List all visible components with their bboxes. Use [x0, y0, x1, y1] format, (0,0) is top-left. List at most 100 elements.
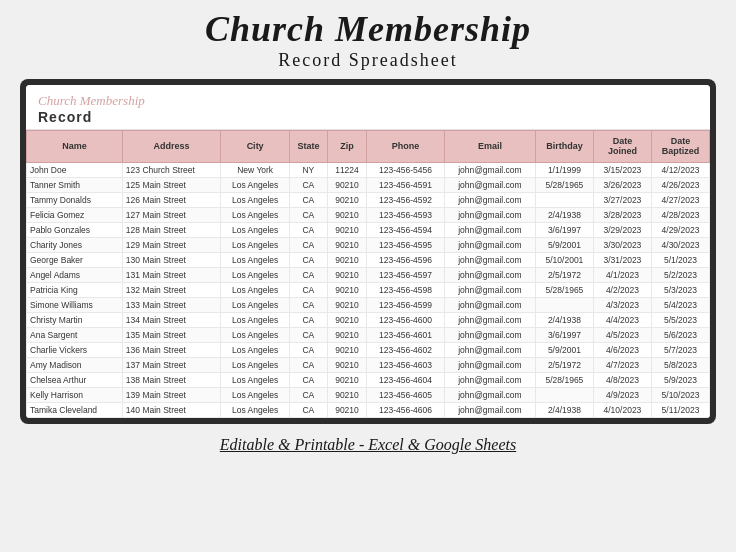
- table-row: George Baker130 Main StreetLos AngelesCA…: [27, 253, 710, 268]
- table-cell: CA: [290, 193, 328, 208]
- table-row: Kelly Harrison139 Main StreetLos Angeles…: [27, 388, 710, 403]
- table-row: Christy Martin134 Main StreetLos Angeles…: [27, 313, 710, 328]
- table-cell: Los Angeles: [221, 328, 290, 343]
- table-cell: Los Angeles: [221, 313, 290, 328]
- table-cell: 90210: [327, 178, 367, 193]
- table-cell: 5/1/2023: [651, 253, 709, 268]
- table-cell: Los Angeles: [221, 253, 290, 268]
- table-cell: 131 Main Street: [122, 268, 220, 283]
- footer-section: Editable & Printable - Excel & Google Sh…: [0, 428, 736, 458]
- table-cell: 139 Main Street: [122, 388, 220, 403]
- table-cell: Los Angeles: [221, 208, 290, 223]
- table-cell: 123-456-4605: [367, 388, 445, 403]
- table-cell: CA: [290, 283, 328, 298]
- table-row: Patricia King132 Main StreetLos AngelesC…: [27, 283, 710, 298]
- page-title-line1: Church Membership: [0, 10, 736, 50]
- page-title-line2: Record Spreadsheet: [0, 50, 736, 71]
- table-cell: 138 Main Street: [122, 373, 220, 388]
- table-row: Amy Madison137 Main StreetLos AngelesCA9…: [27, 358, 710, 373]
- table-cell: Chelsea Arthur: [27, 373, 123, 388]
- table-row: John Doe123 Church StreetNew YorkNY11224…: [27, 163, 710, 178]
- table-cell: 3/15/2023: [593, 163, 651, 178]
- table-cell: 123 Church Street: [122, 163, 220, 178]
- table-cell: John Doe: [27, 163, 123, 178]
- table-cell: Los Angeles: [221, 193, 290, 208]
- table-cell: 4/7/2023: [593, 358, 651, 373]
- table-cell: john@gmail.com: [444, 343, 535, 358]
- table-cell: 4/10/2023: [593, 403, 651, 418]
- table-cell: 126 Main Street: [122, 193, 220, 208]
- table-cell: 90210: [327, 388, 367, 403]
- table-cell: 3/6/1997: [535, 328, 593, 343]
- table-cell: 4/5/2023: [593, 328, 651, 343]
- table-row: Tanner Smith125 Main StreetLos AngelesCA…: [27, 178, 710, 193]
- table-cell: 125 Main Street: [122, 178, 220, 193]
- footer-text: Editable & Printable - Excel & Google Sh…: [0, 436, 736, 454]
- table-cell: Los Angeles: [221, 283, 290, 298]
- col-phone: Phone: [367, 130, 445, 163]
- table-cell: john@gmail.com: [444, 358, 535, 373]
- sheet-header-script: Church Membership: [38, 93, 698, 109]
- table-cell: 123-456-4600: [367, 313, 445, 328]
- table-cell: 3/31/2023: [593, 253, 651, 268]
- table-cell: New York: [221, 163, 290, 178]
- table-cell: 2/4/1938: [535, 403, 593, 418]
- table-row: Pablo Gonzales128 Main StreetLos Angeles…: [27, 223, 710, 238]
- table-cell: CA: [290, 268, 328, 283]
- table-cell: 90210: [327, 343, 367, 358]
- table-cell: CA: [290, 388, 328, 403]
- table-cell: john@gmail.com: [444, 163, 535, 178]
- table-cell: 3/26/2023: [593, 178, 651, 193]
- table-cell: [535, 298, 593, 313]
- table-cell: 123-456-4597: [367, 268, 445, 283]
- table-cell: 90210: [327, 298, 367, 313]
- table-cell: 4/26/2023: [651, 178, 709, 193]
- table-cell: 123-456-4601: [367, 328, 445, 343]
- table-cell: Felicia Gomez: [27, 208, 123, 223]
- col-state: State: [290, 130, 328, 163]
- table-cell: 5/11/2023: [651, 403, 709, 418]
- table-cell: 5/9/2001: [535, 238, 593, 253]
- table-row: Ana Sargent135 Main StreetLos AngelesCA9…: [27, 328, 710, 343]
- table-cell: 128 Main Street: [122, 223, 220, 238]
- table-cell: 5/2/2023: [651, 268, 709, 283]
- table-cell: 5/9/2001: [535, 343, 593, 358]
- table-cell: 2/5/1972: [535, 268, 593, 283]
- sheet-header-bold: Record: [38, 109, 698, 125]
- table-cell: john@gmail.com: [444, 283, 535, 298]
- table-cell: Los Angeles: [221, 268, 290, 283]
- table-cell: 5/9/2023: [651, 373, 709, 388]
- table-cell: Los Angeles: [221, 298, 290, 313]
- table-cell: Pablo Gonzales: [27, 223, 123, 238]
- table-cell: CA: [290, 328, 328, 343]
- table-cell: [535, 193, 593, 208]
- table-cell: 123-456-4603: [367, 358, 445, 373]
- table-cell: 4/28/2023: [651, 208, 709, 223]
- table-cell: 90210: [327, 328, 367, 343]
- table-cell: 123-456-4592: [367, 193, 445, 208]
- table-cell: Patricia King: [27, 283, 123, 298]
- table-row: Felicia Gomez127 Main StreetLos AngelesC…: [27, 208, 710, 223]
- table-cell: 123-456-4606: [367, 403, 445, 418]
- table-cell: 4/29/2023: [651, 223, 709, 238]
- table-cell: 4/1/2023: [593, 268, 651, 283]
- table-cell: 2/4/1938: [535, 313, 593, 328]
- table-cell: Amy Madison: [27, 358, 123, 373]
- table-cell: CA: [290, 313, 328, 328]
- table-cell: 3/29/2023: [593, 223, 651, 238]
- table-cell: Tanner Smith: [27, 178, 123, 193]
- table-cell: john@gmail.com: [444, 193, 535, 208]
- table-cell: Christy Martin: [27, 313, 123, 328]
- table-row: Tammy Donalds126 Main StreetLos AngelesC…: [27, 193, 710, 208]
- table-cell: CA: [290, 403, 328, 418]
- page-outer: Church Membership Record Spreadsheet Chu…: [0, 0, 736, 552]
- table-cell: 137 Main Street: [122, 358, 220, 373]
- table-cell: 5/10/2001: [535, 253, 593, 268]
- table-cell: john@gmail.com: [444, 253, 535, 268]
- table-cell: 90210: [327, 358, 367, 373]
- membership-table: Name Address City State Zip Phone Email …: [26, 130, 710, 419]
- table-cell: 123-456-4596: [367, 253, 445, 268]
- table-cell: 3/6/1997: [535, 223, 593, 238]
- table-cell: 123-456-4594: [367, 223, 445, 238]
- table-cell: 90210: [327, 208, 367, 223]
